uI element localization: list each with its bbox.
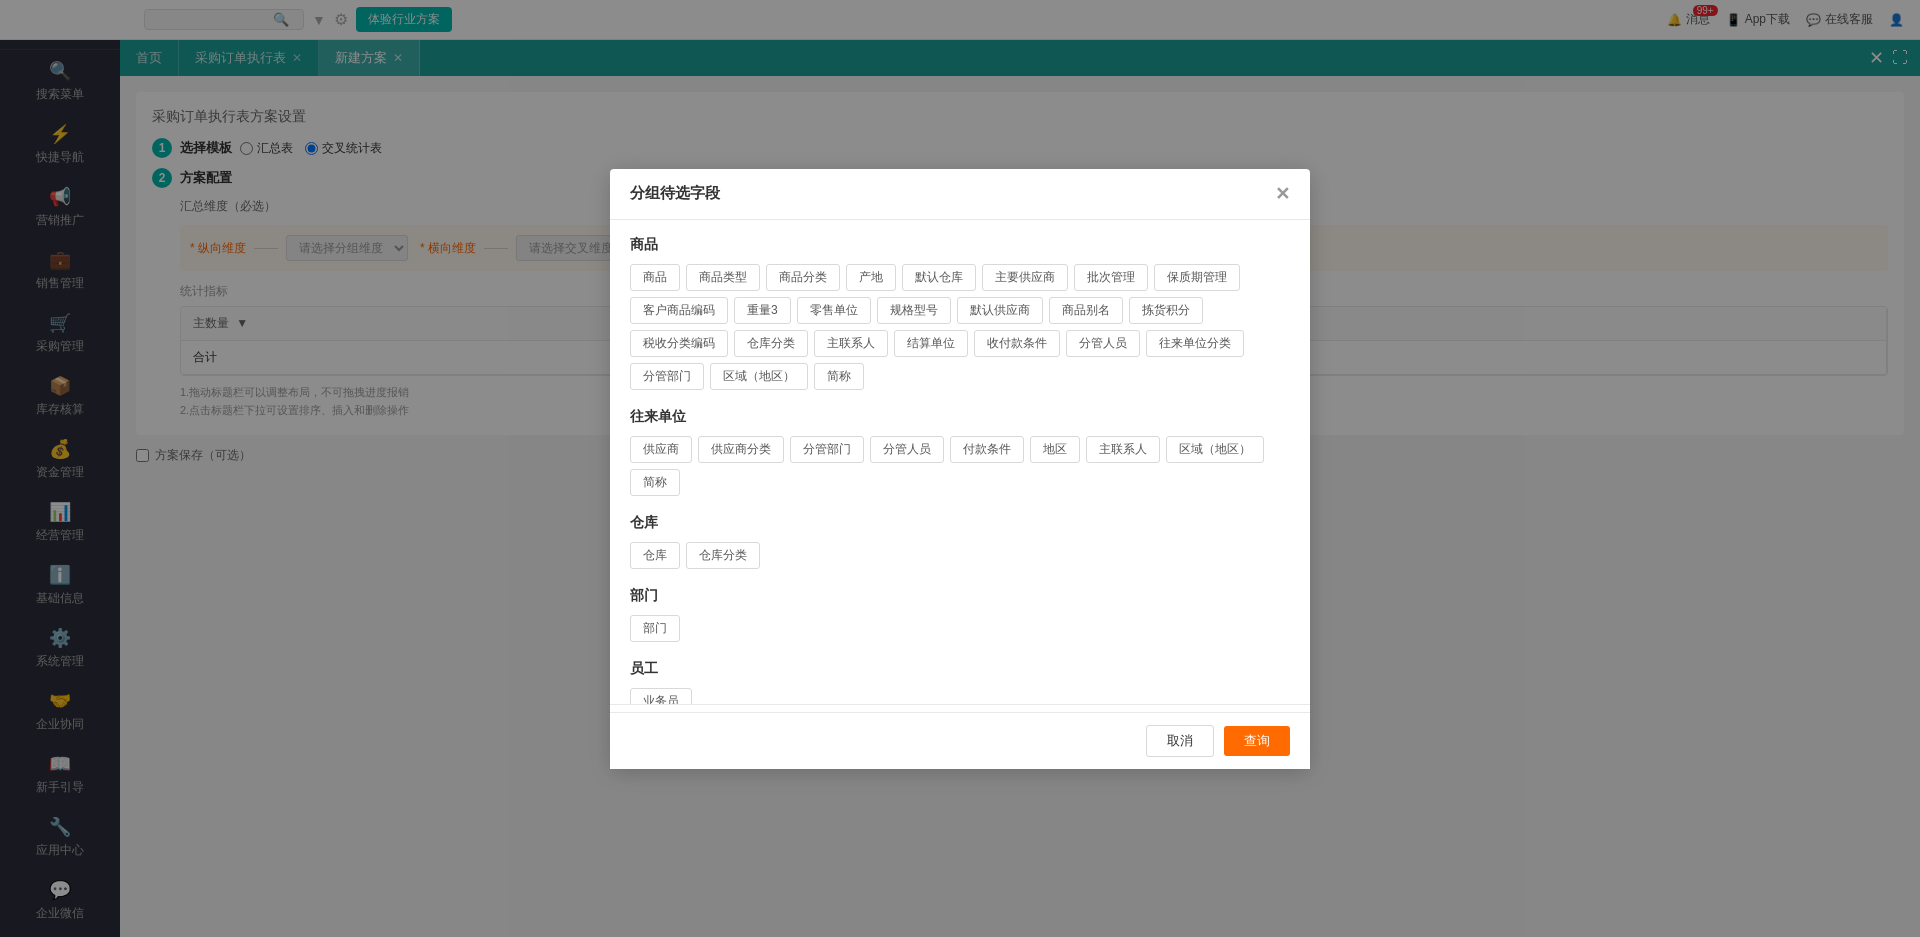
field-tags: 商品商品类型商品分类产地默认仓库主要供应商批次管理保质期管理客户商品编码重量3零… (630, 264, 1290, 390)
field-tag[interactable]: 主要供应商 (982, 264, 1068, 291)
field-tag[interactable]: 仓库分类 (734, 330, 808, 357)
field-tag[interactable]: 产地 (846, 264, 896, 291)
field-tag[interactable]: 收付款条件 (974, 330, 1060, 357)
field-tag[interactable]: 分管部门 (790, 436, 864, 463)
field-tag[interactable]: 区域（地区） (710, 363, 808, 390)
field-tags: 供应商供应商分类分管部门分管人员付款条件地区主联系人区域（地区） 简称 (630, 436, 1290, 496)
field-tag[interactable]: 分管人员 (870, 436, 944, 463)
field-tags: 业务员 (630, 688, 1290, 704)
section-商品: 商品商品商品类型商品分类产地默认仓库主要供应商批次管理保质期管理客户商品编码重量… (630, 236, 1290, 390)
field-tag[interactable]: 主联系人 (1086, 436, 1160, 463)
field-tag[interactable]: 商品类型 (686, 264, 760, 291)
section-title: 仓库 (630, 514, 1290, 532)
field-tag[interactable]: 供应商分类 (698, 436, 784, 463)
section-员工: 员工业务员 (630, 660, 1290, 704)
field-tag[interactable]: 部门 (630, 615, 680, 642)
field-tag[interactable]: 地区 (1030, 436, 1080, 463)
modal-overlay: 分组待选字段 ✕ 商品商品商品类型商品分类产地默认仓库主要供应商批次管理保质期管… (0, 0, 1920, 937)
field-tag[interactable]: 主联系人 (814, 330, 888, 357)
field-tag[interactable]: 仓库 (630, 542, 680, 569)
field-tag[interactable]: 拣货积分 (1129, 297, 1203, 324)
field-tag[interactable]: 默认供应商 (957, 297, 1043, 324)
modal-header: 分组待选字段 ✕ (610, 169, 1310, 220)
field-tag[interactable]: 分管部门 (630, 363, 704, 390)
section-往来单位: 往来单位供应商供应商分类分管部门分管人员付款条件地区主联系人区域（地区） 简称 (630, 408, 1290, 496)
modal-footer: 取消 查询 (610, 712, 1310, 769)
field-tags: 仓库仓库分类 (630, 542, 1290, 569)
section-title: 员工 (630, 660, 1290, 678)
section-title: 商品 (630, 236, 1290, 254)
field-tag[interactable]: 商品分类 (766, 264, 840, 291)
modal: 分组待选字段 ✕ 商品商品商品类型商品分类产地默认仓库主要供应商批次管理保质期管… (610, 169, 1310, 769)
field-tag[interactable]: 税收分类编码 (630, 330, 728, 357)
field-tag[interactable]: 默认仓库 (902, 264, 976, 291)
field-tag[interactable]: 供应商 (630, 436, 692, 463)
field-tag[interactable]: 分管人员 (1066, 330, 1140, 357)
field-tag[interactable]: 商品别名 (1049, 297, 1123, 324)
section-title: 部门 (630, 587, 1290, 605)
field-tag[interactable]: 零售单位 (797, 297, 871, 324)
field-tag[interactable]: 往来单位分类 (1146, 330, 1244, 357)
field-tag[interactable]: 付款条件 (950, 436, 1024, 463)
field-tag[interactable]: 规格型号 (877, 297, 951, 324)
field-tag[interactable]: 结算单位 (894, 330, 968, 357)
section-仓库: 仓库仓库仓库分类 (630, 514, 1290, 569)
modal-title: 分组待选字段 (630, 184, 720, 203)
confirm-button[interactable]: 查询 (1224, 726, 1290, 756)
section-title: 往来单位 (630, 408, 1290, 426)
field-tags: 部门 (630, 615, 1290, 642)
cancel-button[interactable]: 取消 (1146, 725, 1214, 757)
field-tag[interactable]: 简称 (814, 363, 864, 390)
field-tag[interactable]: 批次管理 (1074, 264, 1148, 291)
field-tag[interactable]: 商品 (630, 264, 680, 291)
modal-hscroll[interactable] (610, 704, 1310, 712)
field-tag[interactable]: 简称 (630, 469, 680, 496)
field-tag[interactable]: 仓库分类 (686, 542, 760, 569)
field-tag[interactable]: 保质期管理 (1154, 264, 1240, 291)
field-tag[interactable]: 业务员 (630, 688, 692, 704)
modal-body[interactable]: 商品商品商品类型商品分类产地默认仓库主要供应商批次管理保质期管理客户商品编码重量… (610, 220, 1310, 704)
field-tag[interactable]: 区域（地区） (1166, 436, 1264, 463)
modal-close-btn[interactable]: ✕ (1275, 183, 1290, 205)
section-部门: 部门部门 (630, 587, 1290, 642)
field-tag[interactable]: 客户商品编码 (630, 297, 728, 324)
field-tag[interactable]: 重量3 (734, 297, 791, 324)
